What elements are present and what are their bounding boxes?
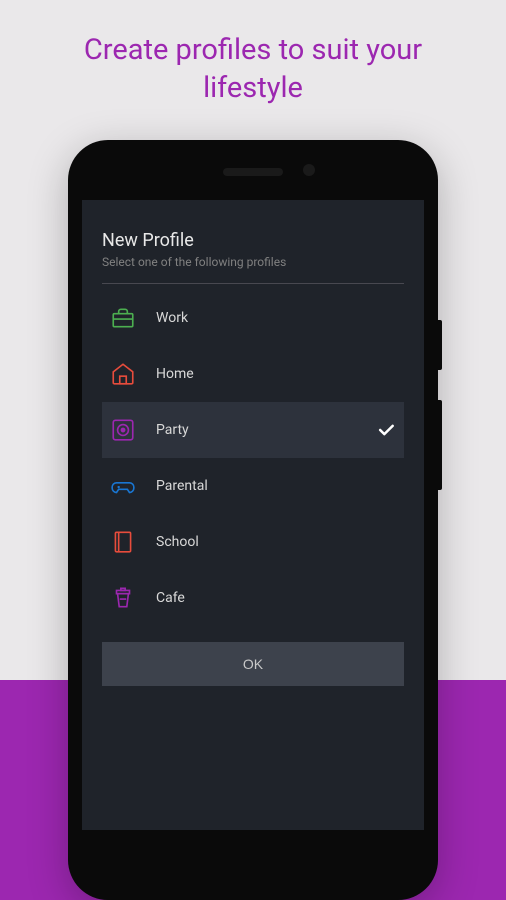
profile-item-work[interactable]: Work	[102, 290, 404, 346]
gamepad-icon	[110, 473, 136, 499]
profile-list: Work Home	[102, 290, 404, 626]
profile-label: Cafe	[156, 590, 396, 606]
promo-headline: Create profiles to suit your lifestyle	[0, 0, 506, 127]
book-icon	[110, 529, 136, 555]
disc-icon	[110, 417, 136, 443]
dialog-subtitle: Select one of the following profiles	[102, 255, 404, 269]
profile-label: School	[156, 534, 396, 550]
divider	[102, 283, 404, 284]
profile-item-party[interactable]: Party	[102, 402, 404, 458]
profile-item-parental[interactable]: Parental	[102, 458, 404, 514]
briefcase-icon	[110, 305, 136, 331]
phone-screen: New Profile Select one of the following …	[82, 200, 424, 830]
profile-label: Party	[156, 422, 376, 438]
new-profile-dialog: New Profile Select one of the following …	[82, 200, 424, 706]
check-icon	[376, 420, 396, 440]
profile-label: Work	[156, 310, 396, 326]
profile-item-home[interactable]: Home	[102, 346, 404, 402]
cup-icon	[110, 585, 136, 611]
profile-label: Parental	[156, 478, 396, 494]
profile-item-cafe[interactable]: Cafe	[102, 570, 404, 626]
home-icon	[110, 361, 136, 387]
profile-item-school[interactable]: School	[102, 514, 404, 570]
phone-mockup: New Profile Select one of the following …	[68, 140, 438, 900]
ok-button[interactable]: OK	[102, 642, 404, 686]
profile-label: Home	[156, 366, 396, 382]
dialog-title: New Profile	[102, 230, 404, 251]
